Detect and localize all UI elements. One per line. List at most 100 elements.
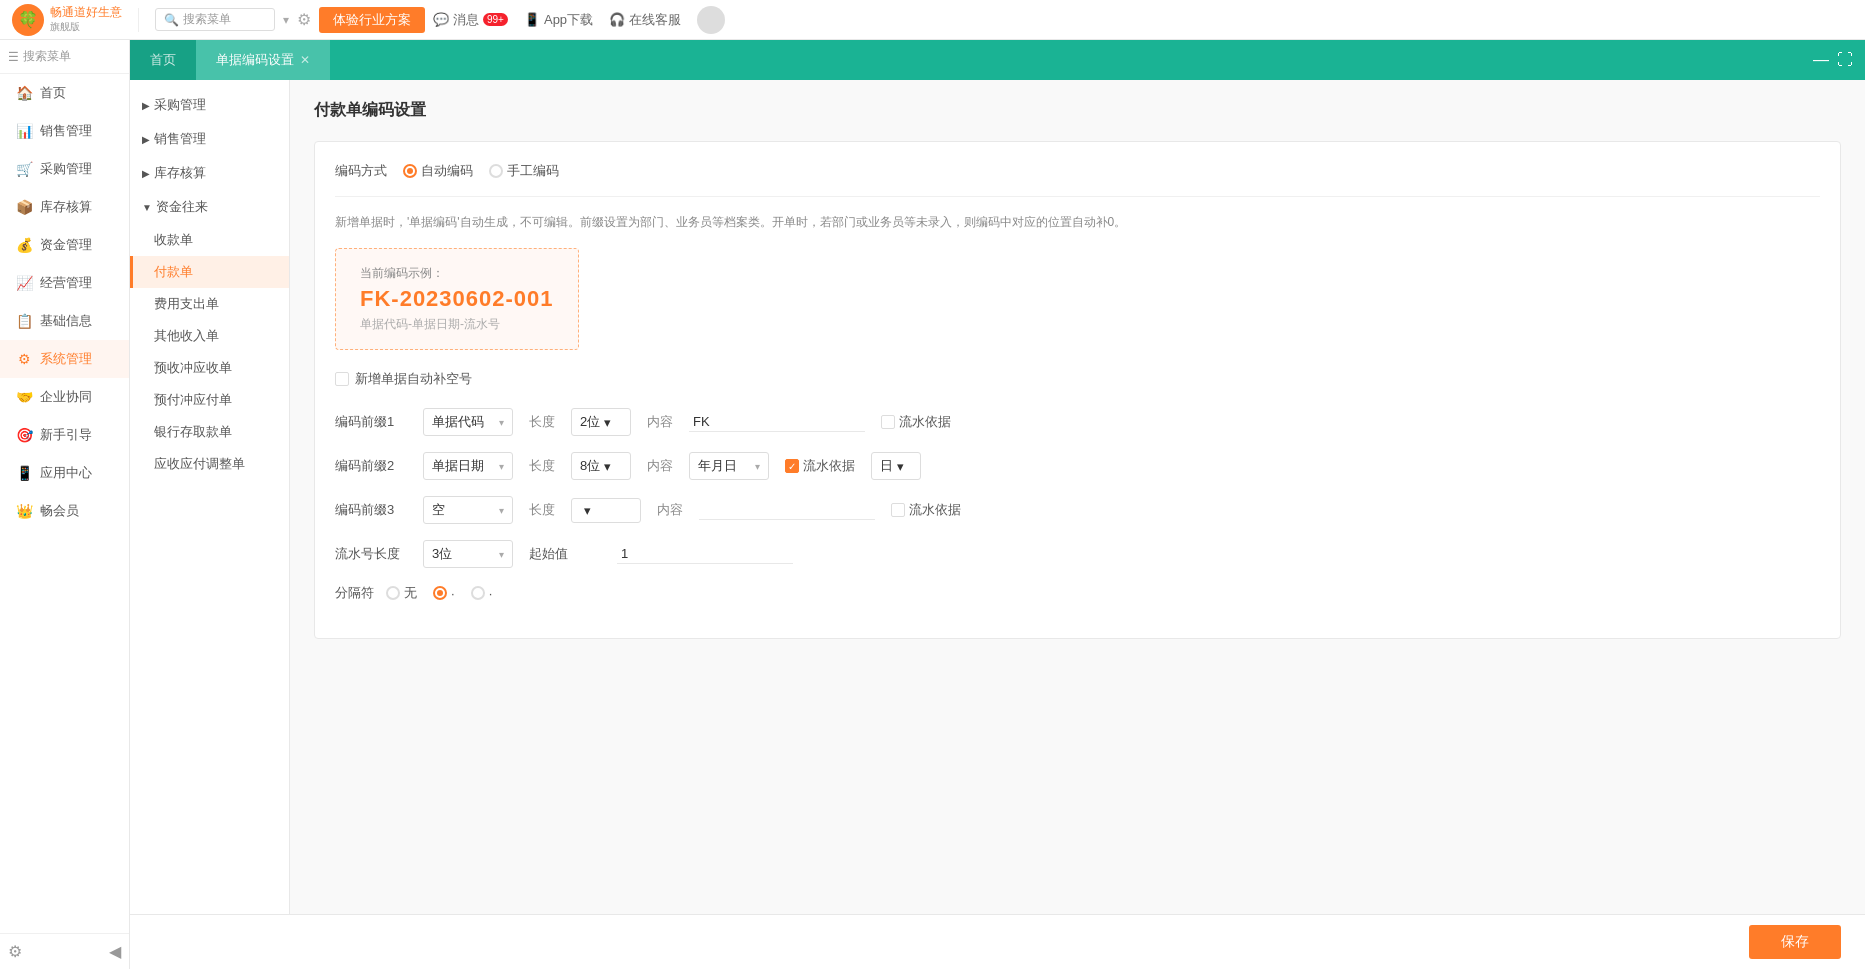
serial-length-select[interactable]: 3位 ▾	[423, 540, 513, 568]
sidebar-item-finance[interactable]: 💰 资金管理	[0, 226, 129, 264]
day-value: 日	[880, 457, 893, 475]
app-icon: 📱	[524, 12, 540, 27]
main-content: 付款单编码设置 编码方式 自动编码 手工编码	[290, 80, 1865, 914]
logo-text-group: 畅通道好生意 旗舰版	[50, 5, 122, 33]
caret-icon: ▾	[604, 459, 611, 474]
collapse-icon[interactable]: ◀	[109, 942, 121, 961]
prefix-row-1: 编码前缀1 单据代码 ▾ 长度 2位 ▾ 内容	[335, 408, 1820, 436]
prefix-1-select[interactable]: 单据代码 ▾	[423, 408, 513, 436]
service-icon: 🎧	[609, 12, 625, 27]
sales-icon: 📊	[16, 123, 32, 139]
prefix-3-select[interactable]: 空 ▾	[423, 496, 513, 524]
sep-dash[interactable]: ·	[471, 586, 493, 601]
content-2-select[interactable]: 年月日 ▾	[689, 452, 769, 480]
content-1-label: 内容	[647, 413, 673, 431]
day-select[interactable]: 日 ▾	[871, 452, 921, 480]
settings-bottom-icon[interactable]: ⚙	[8, 942, 22, 961]
flow-1-check[interactable]: 流水依据	[881, 413, 951, 431]
radio-manual-code[interactable]: 手工编码	[489, 162, 559, 180]
flow-3-check[interactable]: 流水依据	[891, 501, 961, 519]
app-download-btn[interactable]: 📱 App下载	[524, 11, 593, 29]
separator-row: 分隔符 无 · ·	[335, 584, 1820, 602]
online-service-label: 在线客服	[629, 11, 681, 29]
logo: 🍀 畅通道好生意 旗舰版	[12, 4, 122, 36]
online-service-btn[interactable]: 🎧 在线客服	[609, 11, 681, 29]
content-2-value: 年月日	[698, 457, 737, 475]
sidebar-item-inventory[interactable]: 📦 库存核算	[0, 188, 129, 226]
sidebar-item-member[interactable]: 👑 畅会员	[0, 492, 129, 530]
finance-icon: 💰	[16, 237, 32, 253]
sidebar-item-home[interactable]: 🏠 首页	[0, 74, 129, 112]
prefix-3-value: 空	[432, 501, 445, 519]
tab-home-label: 首页	[150, 51, 176, 69]
sidebar-item-enterprise[interactable]: 🤝 企业协同	[0, 378, 129, 416]
save-button[interactable]: 保存	[1749, 925, 1841, 959]
sidebar-item-purchase[interactable]: 🛒 采购管理	[0, 150, 129, 188]
auto-fill-checkbox[interactable]	[335, 372, 349, 386]
sub-nav-adjustment[interactable]: 应收应付调整单	[130, 448, 289, 480]
len-3-select[interactable]: ▾	[571, 498, 641, 523]
sub-nav-parent-sales[interactable]: ▶ 销售管理	[130, 122, 289, 156]
sidebar-item-sales[interactable]: 📊 销售管理	[0, 112, 129, 150]
tab-serial-label: 单据编码设置	[216, 51, 294, 69]
search-icon: 🔍	[164, 13, 179, 27]
caret-icon: ▾	[897, 459, 904, 474]
sub-nav-advance-receipt[interactable]: 预收冲应收单	[130, 352, 289, 384]
bottom-bar: 保存	[130, 914, 1865, 969]
auto-fill-label: 新增单据自动补空号	[355, 370, 472, 388]
search-label: 搜索菜单	[183, 11, 231, 28]
sub-nav-parent-finance[interactable]: ▼ 资金往来	[130, 190, 289, 224]
sidebar-item-apps[interactable]: 📱 应用中心	[0, 454, 129, 492]
content-3-input[interactable]	[699, 500, 875, 520]
len-1-select[interactable]: 2位 ▾	[571, 408, 631, 436]
sidebar-item-system[interactable]: ⚙ 系统管理	[0, 340, 129, 378]
search-area[interactable]: 🔍 搜索菜单	[155, 8, 275, 31]
sidebar-item-newguide[interactable]: 🎯 新手引导	[0, 416, 129, 454]
app-download-label: App下载	[544, 11, 593, 29]
flow-2-check[interactable]: ✓ 流水依据	[785, 457, 855, 475]
tab-serial-setting[interactable]: 单据编码设置 ✕	[196, 40, 330, 80]
sub-nav-bank-deposit[interactable]: 银行存取款单	[130, 416, 289, 448]
sidebar-search[interactable]: ☰ 搜索菜单	[0, 40, 129, 74]
sub-nav-parent-purchase[interactable]: ▶ 采购管理	[130, 88, 289, 122]
trial-button[interactable]: 体验行业方案	[319, 7, 425, 33]
sep-none[interactable]: 无	[386, 584, 417, 602]
tab-home[interactable]: 首页	[130, 40, 196, 80]
tab-close-icon[interactable]: ✕	[300, 53, 310, 67]
radio-auto-code[interactable]: 自动编码	[403, 162, 473, 180]
message-label: 消息	[453, 11, 479, 29]
sub-nav-advance-payment[interactable]: 预付冲应付单	[130, 384, 289, 416]
sidebar-search-label: 搜索菜单	[23, 48, 71, 65]
system-icon: ⚙	[16, 351, 32, 367]
prefix-2-value: 单据日期	[432, 457, 484, 475]
content-1-input[interactable]	[689, 412, 865, 432]
sub-nav-income[interactable]: 其他收入单	[130, 320, 289, 352]
sub-nav-expense[interactable]: 费用支出单	[130, 288, 289, 320]
tab-expand-icon[interactable]: ⛶	[1837, 51, 1853, 69]
sidebar-item-label: 首页	[40, 84, 66, 102]
len-3-label: 长度	[529, 501, 555, 519]
code-preview-value: FK-20230602-001	[360, 286, 554, 312]
sep-dot[interactable]: ·	[433, 586, 455, 601]
settings-icon[interactable]: ⚙	[297, 10, 311, 29]
sub-nav-parent-inventory[interactable]: ▶ 库存核算	[130, 156, 289, 190]
caret-icon: ▾	[584, 503, 591, 518]
home-icon: 🏠	[16, 85, 32, 101]
sidebar-item-basic[interactable]: 📋 基础信息	[0, 302, 129, 340]
sidebar-item-operation[interactable]: 📈 经营管理	[0, 264, 129, 302]
prefix-2-select[interactable]: 单据日期 ▾	[423, 452, 513, 480]
len-2-select[interactable]: 8位 ▾	[571, 452, 631, 480]
sidebar-item-label: 企业协同	[40, 388, 92, 406]
auto-fill-row: 新增单据自动补空号	[335, 370, 1820, 388]
logo-name: 畅通道好生意	[50, 5, 122, 19]
start-value-input[interactable]	[617, 544, 793, 564]
sub-nav-label: 采购管理	[154, 96, 206, 114]
sub-nav-payment[interactable]: 付款单	[130, 256, 289, 288]
code-preview-label: 当前编码示例：	[360, 265, 554, 282]
tab-minimize-icon[interactable]: —	[1813, 51, 1829, 69]
sub-nav-receipt[interactable]: 收款单	[130, 224, 289, 256]
sub-sidebar: ▶ 采购管理 ▶ 销售管理 ▶ 库存核算	[130, 80, 290, 914]
avatar[interactable]	[697, 6, 725, 34]
radio-manual-dot	[489, 164, 503, 178]
message-btn[interactable]: 💬 消息 99+	[433, 11, 508, 29]
